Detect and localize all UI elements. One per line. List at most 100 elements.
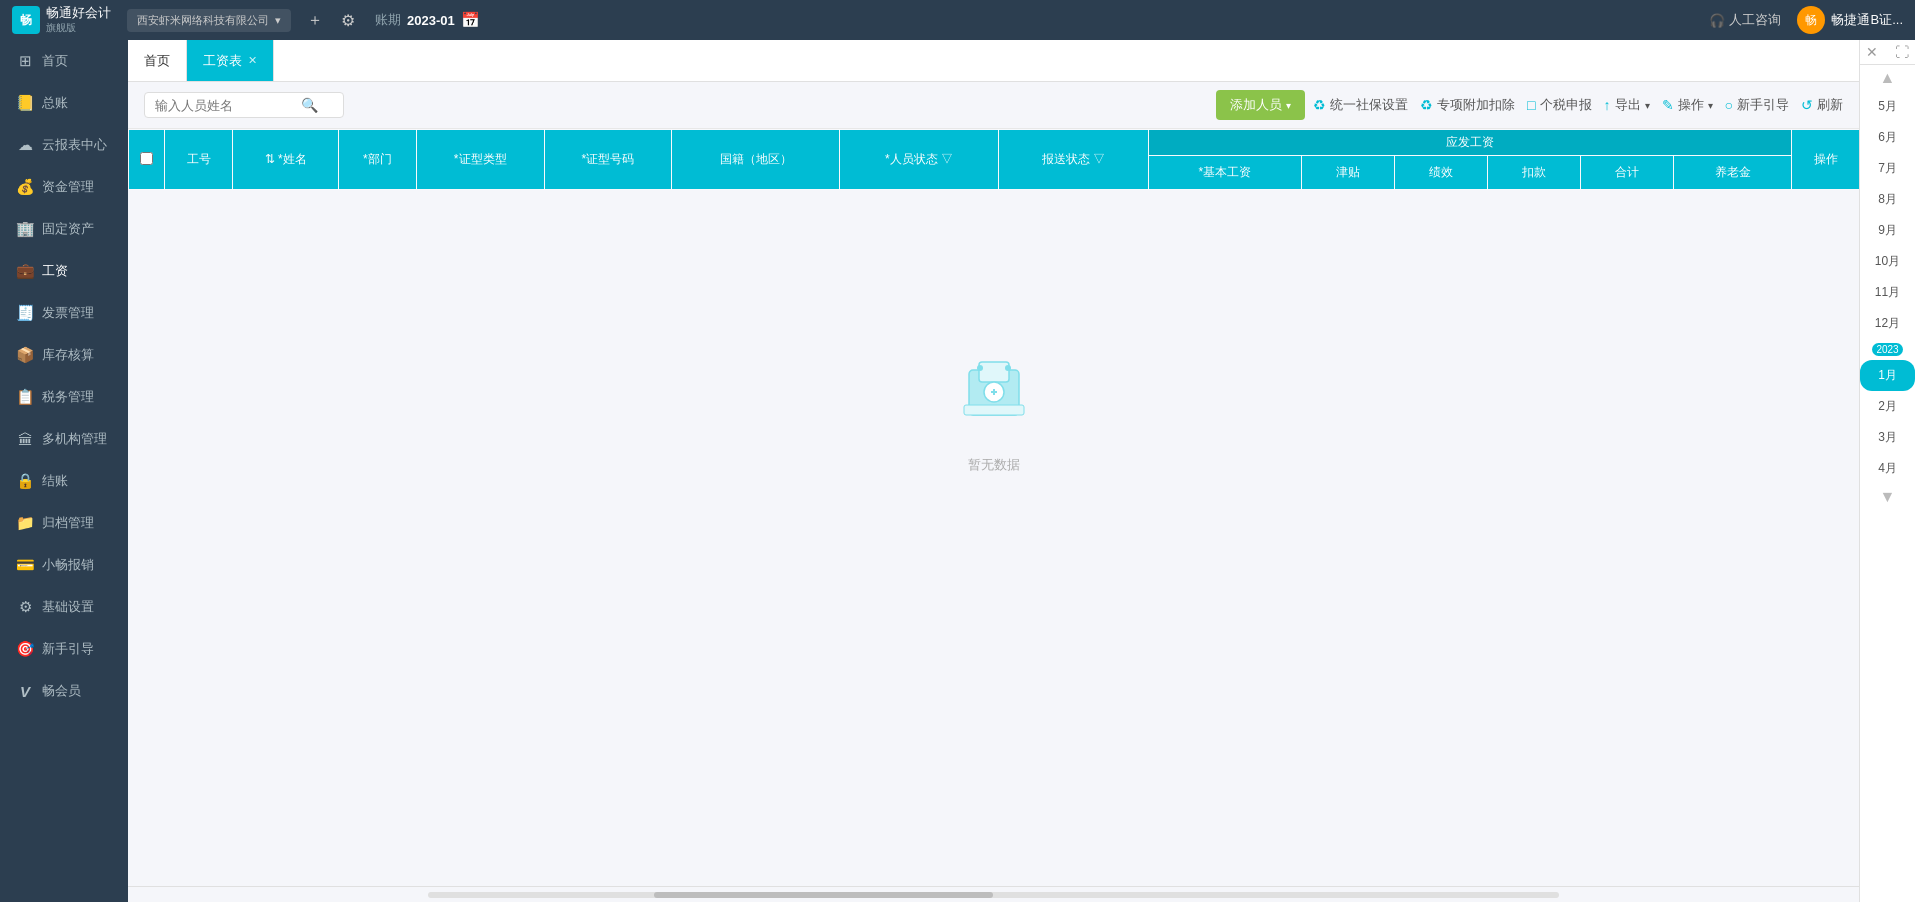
month-list: ▲ 5月 6月 7月 8月 9月 10月 11月 12月 2023 1月 2月 …: [1860, 65, 1915, 902]
th-status[interactable]: *人员状态 ▽: [839, 130, 998, 190]
th-no: 工号: [165, 130, 233, 190]
add-company-button[interactable]: ＋: [303, 6, 327, 35]
settings-icon[interactable]: ⚙: [337, 7, 359, 34]
sidebar-item-close[interactable]: 🔒 结账: [0, 460, 128, 502]
month-item-8[interactable]: 8月: [1860, 184, 1915, 215]
sidebar-label-fund: 资金管理: [42, 178, 94, 196]
panel-close-icon[interactable]: ✕: [1866, 44, 1878, 60]
export-label: 导出: [1615, 96, 1641, 114]
month-item-7[interactable]: 7月: [1860, 153, 1915, 184]
th-nation: 国籍（地区）: [672, 130, 840, 190]
month-item-11[interactable]: 11月: [1860, 277, 1915, 308]
tax-report-button[interactable]: □ 个税申报: [1527, 96, 1591, 114]
month-item-6[interactable]: 6月: [1860, 122, 1915, 153]
export-button[interactable]: ↑ 导出 ▾: [1604, 96, 1650, 114]
archive-icon: 📁: [16, 514, 34, 532]
support-button[interactable]: 🎧 人工咨询: [1709, 11, 1781, 29]
content-area: 首页 工资表 ✕ 🔍 添加人员 ▾ ♻ 统一社保设置: [128, 40, 1859, 902]
tax-report-label: 个税申报: [1540, 96, 1592, 114]
tab-salary-table[interactable]: 工资表 ✕: [187, 40, 274, 81]
tax-report-icon: □: [1527, 97, 1535, 113]
sidebar-label-guide: 新手引导: [42, 640, 94, 658]
table-header-row-1: 工号 ⇅ *姓名 *部门 *证型类型 *证型号码 国籍（地区） *人员状态 ▽ …: [129, 130, 1860, 156]
search-input[interactable]: [155, 98, 295, 113]
tab-home[interactable]: 首页: [128, 40, 187, 81]
month-scroll-down-icon[interactable]: ▼: [1876, 484, 1900, 510]
company-selector[interactable]: 西安虾米网络科技有限公司 ▾: [127, 9, 291, 32]
sidebar-item-expense[interactable]: 💳 小畅报销: [0, 544, 128, 586]
sidebar-label-home: 首页: [42, 52, 68, 70]
month-item-4[interactable]: 4月: [1860, 453, 1915, 484]
sidebar-label-multi: 多机构管理: [42, 430, 107, 448]
sidebar-item-home[interactable]: ⊞ 首页: [0, 40, 128, 82]
panel-expand-icon[interactable]: ⛶: [1895, 44, 1909, 60]
add-person-button[interactable]: 添加人员 ▾: [1216, 90, 1305, 120]
month-item-2[interactable]: 2月: [1860, 391, 1915, 422]
refresh-button[interactable]: ↺ 刷新: [1801, 96, 1843, 114]
social-settings-button[interactable]: ♻ 统一社保设置: [1313, 96, 1408, 114]
period-value: 2023-01: [407, 13, 455, 28]
sidebar-item-archive[interactable]: 📁 归档管理: [0, 502, 128, 544]
sidebar-item-salary[interactable]: 💼 工资: [0, 250, 128, 292]
inventory-icon: 📦: [16, 346, 34, 364]
sidebar-item-member[interactable]: V 畅会员: [0, 670, 128, 712]
month-item-3[interactable]: 3月: [1860, 422, 1915, 453]
sidebar-item-settings[interactable]: ⚙ 基础设置: [0, 586, 128, 628]
sidebar-item-tax[interactable]: 📋 税务管理: [0, 376, 128, 418]
month-item-9[interactable]: 9月: [1860, 215, 1915, 246]
th-id-type: *证型类型: [416, 130, 544, 190]
empty-state: 暂无数据: [129, 270, 1860, 554]
th-id-no: *证型号码: [544, 130, 672, 190]
right-panel-header: ✕ ⛶: [1860, 40, 1915, 65]
calendar-icon[interactable]: 📅: [461, 11, 480, 29]
th-base-salary: *基本工资: [1149, 156, 1302, 190]
sidebar-label-expense: 小畅报销: [42, 556, 94, 574]
company-name: 西安虾米网络科技有限公司: [137, 13, 269, 28]
top-bar-actions: ＋ ⚙: [303, 6, 359, 35]
th-checkbox[interactable]: [129, 130, 165, 190]
sidebar-item-report[interactable]: ☁ 云报表中心: [0, 124, 128, 166]
home-icon: ⊞: [16, 52, 34, 70]
scroll-thumb[interactable]: [654, 892, 993, 898]
social-label: 统一社保设置: [1330, 96, 1408, 114]
toolbar-actions: ♻ 统一社保设置 ♻ 专项附加扣除 □ 个税申报 ↑ 导出 ▾ ✎: [1313, 96, 1843, 114]
guide-icon: 🎯: [16, 640, 34, 658]
main-layout: ⊞ 首页 📒 总账 ☁ 云报表中心 💰 资金管理 🏢 固定资产 💼 工资 🧾 发…: [0, 40, 1915, 902]
special-label: 专项附加扣除: [1437, 96, 1515, 114]
sidebar-item-multi[interactable]: 🏛 多机构管理: [0, 418, 128, 460]
sidebar-item-fund[interactable]: 💰 资金管理: [0, 166, 128, 208]
multi-icon: 🏛: [16, 431, 34, 448]
select-all-checkbox[interactable]: [140, 152, 153, 165]
month-item-1[interactable]: 1月: [1860, 360, 1915, 391]
refresh-label: 刷新: [1817, 96, 1843, 114]
month-item-12[interactable]: 12月: [1860, 308, 1915, 339]
export-icon: ↑: [1604, 97, 1611, 113]
th-total: 合计: [1580, 156, 1673, 190]
month-scroll-up-icon[interactable]: ▲: [1876, 65, 1900, 91]
sidebar-item-guide[interactable]: 🎯 新手引导: [0, 628, 128, 670]
sidebar-item-ledger[interactable]: 📒 总账: [0, 82, 128, 124]
sidebar-item-asset[interactable]: 🏢 固定资产: [0, 208, 128, 250]
chevron-down-icon: ▾: [275, 14, 281, 27]
operate-button[interactable]: ✎ 操作 ▾: [1662, 96, 1713, 114]
operate-label: 操作: [1678, 96, 1704, 114]
month-item-10[interactable]: 10月: [1860, 246, 1915, 277]
sidebar-item-inventory[interactable]: 📦 库存核算: [0, 334, 128, 376]
tab-close-icon[interactable]: ✕: [248, 54, 257, 67]
th-report-status[interactable]: 报送状态 ▽: [999, 130, 1149, 190]
sidebar-item-invoice[interactable]: 🧾 发票管理: [0, 292, 128, 334]
app-name: 畅通好会计: [46, 5, 111, 21]
add-person-label: 添加人员: [1230, 96, 1282, 114]
scroll-track[interactable]: [428, 892, 1559, 898]
guide-button[interactable]: ○ 新手引导: [1725, 96, 1789, 114]
year-badge: 2023: [1872, 343, 1902, 356]
fund-icon: 💰: [16, 178, 34, 196]
empty-illustration: [954, 350, 1034, 430]
special-deduction-button[interactable]: ♻ 专项附加扣除: [1420, 96, 1515, 114]
th-name[interactable]: ⇅ *姓名: [233, 130, 339, 190]
month-item-5[interactable]: 5月: [1860, 91, 1915, 122]
toolbar: 🔍 添加人员 ▾ ♻ 统一社保设置 ♻ 专项附加扣除 □ 个税申报: [128, 82, 1859, 129]
scroll-hint: [128, 886, 1859, 902]
user-info[interactable]: 畅 畅捷通B证...: [1797, 6, 1903, 34]
search-box[interactable]: 🔍: [144, 92, 344, 118]
